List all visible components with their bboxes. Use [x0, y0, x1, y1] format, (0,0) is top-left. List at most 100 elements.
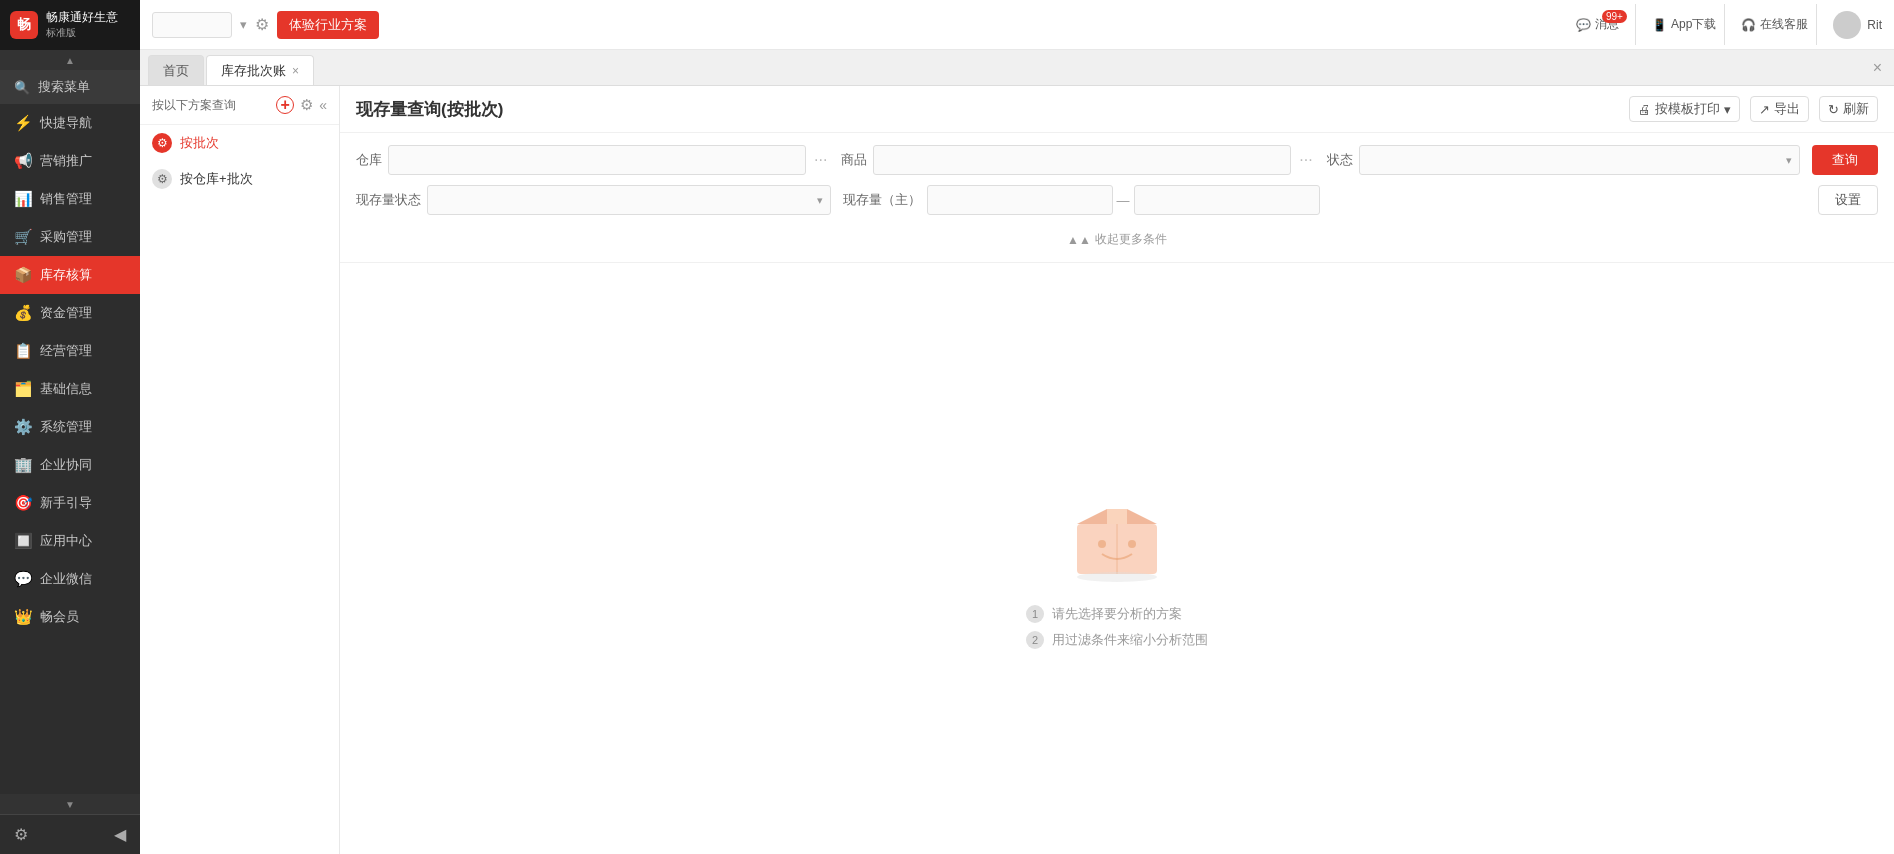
sidebar-settings-icon[interactable]: ⚙ [14, 825, 28, 844]
empty-illustration [1057, 469, 1177, 589]
sidebar-scroll-up[interactable]: ▲ [0, 50, 140, 70]
topbar-dropdown-icon[interactable]: ▾ [240, 17, 247, 32]
topbar: ▾ ⚙ 体验行业方案 💬 消息 99+ 📱 App下载 🎧 在线客服 Rit [140, 0, 1894, 50]
topbar-search-input[interactable] [152, 12, 232, 38]
sidebar-item-label: 资金管理 [40, 304, 92, 322]
user-menu-btn[interactable]: Rit [1833, 11, 1882, 39]
print-icon: 🖨 [1638, 102, 1651, 117]
online-service-btn[interactable]: 🎧 在线客服 [1741, 16, 1808, 33]
status-select[interactable] [1359, 145, 1800, 175]
goods-input[interactable] [873, 145, 1291, 175]
sidebar-item-newbie[interactable]: 🎯 新手引导 [0, 484, 140, 522]
scheme-settings-btn[interactable]: ⚙ [300, 96, 313, 114]
scheme-item-warehouse-batch[interactable]: ⚙ 按仓库+批次 [140, 161, 339, 197]
stock-qty-min-input[interactable] [927, 185, 1113, 215]
sidebar-item-apps[interactable]: 🔲 应用中心 [0, 522, 140, 560]
query-button[interactable]: 查询 [1812, 145, 1878, 175]
sidebar-item-purchase[interactable]: 🛒 采购管理 [0, 218, 140, 256]
sidebar-item-vip[interactable]: 👑 畅会员 [0, 598, 140, 636]
sales-icon: 📊 [14, 190, 32, 208]
sidebar-item-basic[interactable]: 🗂️ 基础信息 [0, 370, 140, 408]
warehouse-dots-btn[interactable]: ··· [812, 151, 829, 169]
sidebar-item-label: 快捷导航 [40, 114, 92, 132]
scheme-item-icon-warehouse-batch: ⚙ [152, 169, 172, 189]
sidebar-item-marketing[interactable]: 📢 营销推广 [0, 142, 140, 180]
scheme-item-batch[interactable]: ⚙ 按批次 [140, 125, 339, 161]
page-title: 现存量查询(按批次) [356, 98, 503, 121]
sidebar-item-finance[interactable]: 💰 资金管理 [0, 294, 140, 332]
sidebar-item-label: 采购管理 [40, 228, 92, 246]
sidebar-item-enterprise[interactable]: 🏢 企业协同 [0, 446, 140, 484]
scheme-collapse-btn[interactable]: « [319, 97, 327, 113]
avatar [1833, 11, 1861, 39]
print-dropdown-icon[interactable]: ▾ [1724, 102, 1731, 117]
sidebar-item-system[interactable]: ⚙️ 系统管理 [0, 408, 140, 446]
range-separator: — [1117, 193, 1130, 208]
newbie-icon: 🎯 [14, 494, 32, 512]
sidebar-item-label: 新手引导 [40, 494, 92, 512]
status-select-wrap [1359, 145, 1800, 175]
svg-point-4 [1077, 572, 1157, 582]
tab-home[interactable]: 首页 [148, 55, 204, 85]
stock-qty-max-input[interactable] [1134, 185, 1320, 215]
filter-goods: 商品 ··· [841, 145, 1314, 175]
sidebar-header: 畅 畅康通好生意 标准版 [0, 0, 140, 50]
finance-icon: 💰 [14, 304, 32, 322]
scheme-panel: 按以下方案查询 + ⚙ « ⚙ 按批次 ⚙ 按仓库+批次 [140, 86, 340, 854]
wechat-icon: 💬 [14, 570, 32, 588]
sidebar-scroll-down[interactable]: ▼ [0, 794, 140, 814]
tab-bar: 首页 库存批次账 × × [140, 50, 1894, 86]
stock-status-select[interactable] [427, 185, 831, 215]
sidebar-item-operation[interactable]: 📋 经营管理 [0, 332, 140, 370]
sidebar-search-label: 搜索菜单 [38, 78, 90, 96]
stock-qty-range: — [927, 185, 1320, 215]
print-template-btn[interactable]: 🖨 按模板打印 ▾ [1629, 96, 1740, 122]
filter-stock-status: 现存量状态 [356, 185, 831, 215]
scheme-list: ⚙ 按批次 ⚙ 按仓库+批次 [140, 125, 339, 854]
collapse-btn[interactable]: ▲▲ 收起更多条件 [356, 225, 1878, 250]
sidebar-bottom: ⚙ ◀ [0, 814, 140, 854]
scheme-header-actions: + ⚙ « [276, 96, 327, 114]
sidebar-item-quick-nav[interactable]: ⚡ 快捷导航 [0, 104, 140, 142]
scheme-header: 按以下方案查询 + ⚙ « [140, 86, 339, 125]
experience-btn[interactable]: 体验行业方案 [277, 11, 379, 39]
vip-icon: 👑 [14, 608, 32, 626]
tip-num-2: 2 [1026, 631, 1044, 649]
sidebar-item-inventory[interactable]: 📦 库存核算 [0, 256, 140, 294]
scheme-add-btn[interactable]: + [276, 96, 294, 114]
export-btn[interactable]: ↗ 导出 [1750, 96, 1809, 122]
operation-icon: 📋 [14, 342, 32, 360]
tab-close-btn[interactable]: × [292, 65, 299, 77]
sidebar: 畅 畅康通好生意 标准版 ▲ 🔍 搜索菜单 ⚡ 快捷导航 📢 营销推广 📊 销售… [0, 0, 140, 854]
basic-icon: 🗂️ [14, 380, 32, 398]
empty-svg [1057, 469, 1177, 589]
warehouse-input[interactable] [388, 145, 806, 175]
sidebar-search[interactable]: 🔍 搜索菜单 [0, 70, 140, 104]
tab-bar-close-btn[interactable]: × [1873, 59, 1882, 77]
search-icon: 🔍 [14, 80, 30, 95]
print-template-label: 按模板打印 [1655, 100, 1720, 118]
filter-status: 状态 [1327, 145, 1800, 175]
export-icon: ↗ [1759, 102, 1770, 117]
settings-button[interactable]: 设置 [1818, 185, 1878, 215]
goods-dots-btn[interactable]: ··· [1297, 151, 1314, 169]
app-info: 畅康通好生意 标准版 [46, 10, 118, 40]
sidebar-item-label: 系统管理 [40, 418, 92, 436]
refresh-btn[interactable]: ↻ 刷新 [1819, 96, 1878, 122]
stock-status-select-wrap [427, 185, 831, 215]
notifications-btn[interactable]: 💬 消息 99+ [1576, 16, 1619, 33]
sidebar-collapse-icon[interactable]: ◀ [114, 825, 126, 844]
sidebar-menu: ⚡ 快捷导航 📢 营销推广 📊 销售管理 🛒 采购管理 📦 库存核算 💰 资金管… [0, 104, 140, 794]
app-download-btn[interactable]: 📱 App下载 [1652, 16, 1716, 33]
sidebar-item-wechat[interactable]: 💬 企业微信 [0, 560, 140, 598]
filter-row-2: 现存量状态 现存量（主） — [356, 185, 1878, 215]
empty-tips: 1 请先选择要分析的方案 2 用过滤条件来缩小分析范围 [1026, 605, 1208, 649]
stock-qty-label: 现存量（主） [843, 191, 921, 209]
warehouse-label: 仓库 [356, 151, 382, 169]
topbar-settings-icon[interactable]: ⚙ [255, 15, 269, 34]
svg-point-2 [1098, 540, 1106, 548]
sidebar-item-sales[interactable]: 📊 销售管理 [0, 180, 140, 218]
collapse-label: 收起更多条件 [1095, 231, 1167, 248]
tab-inventory-batch[interactable]: 库存批次账 × [206, 55, 314, 85]
sidebar-item-label: 销售管理 [40, 190, 92, 208]
